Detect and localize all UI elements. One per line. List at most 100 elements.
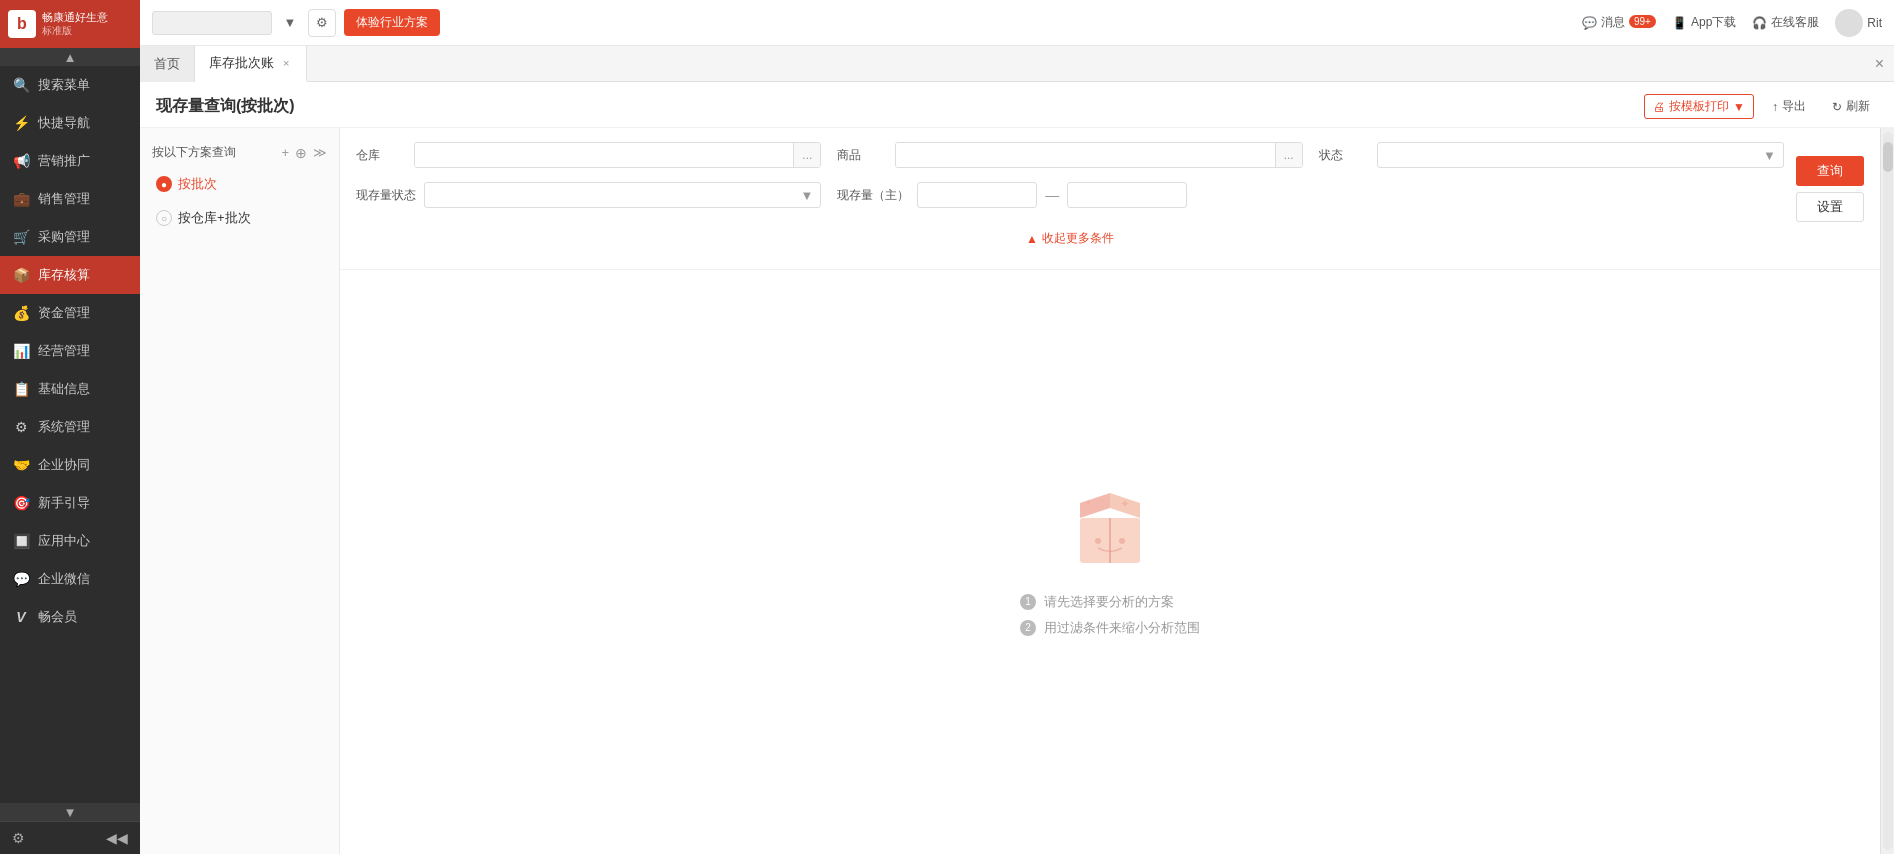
refresh-icon: ↻: [1832, 100, 1842, 114]
goods-more-btn[interactable]: ...: [1275, 143, 1302, 167]
tab-home[interactable]: 首页: [140, 46, 195, 82]
app-edition: 标准版: [42, 24, 108, 38]
stock-qty-to-input[interactable]: [1067, 182, 1187, 208]
sidebar-item-label: 新手引导: [38, 494, 90, 512]
status-select[interactable]: 全部 启用 停用: [1377, 142, 1784, 168]
svg-point-6: [1095, 538, 1101, 544]
stock-status-select[interactable]: [424, 182, 821, 208]
wxwork-icon: 💬: [12, 570, 30, 588]
sidebar-item-wxwork[interactable]: 💬 企业微信: [0, 560, 140, 598]
filter-sidebar-icons: + ⊕ ≫: [281, 145, 327, 161]
online-service-action[interactable]: 🎧 在线客服: [1752, 14, 1819, 31]
scrollbar-thumb[interactable]: [1883, 142, 1893, 172]
sidebar-item-search[interactable]: 🔍 搜索菜单: [0, 66, 140, 104]
right-scrollbar[interactable]: [1880, 128, 1894, 854]
sidebar-item-marketing[interactable]: 📢 营销推广: [0, 142, 140, 180]
filter-row-2: 现存量状态 ▼ 现存量（主）: [356, 182, 1784, 208]
user-profile-action[interactable]: Rit: [1835, 9, 1882, 37]
stock-qty-field: 现存量（主） —: [837, 182, 1302, 208]
app-download-action[interactable]: 📱 App下载: [1672, 14, 1736, 31]
collapse-icon[interactable]: ◀◀: [106, 830, 128, 846]
sidebar-item-operations[interactable]: 📊 经营管理: [0, 332, 140, 370]
sidebar-item-quicknav[interactable]: ⚡ 快捷导航: [0, 104, 140, 142]
filter-item-warehouse-batch-dot: ○: [156, 210, 172, 226]
filter-item-warehouse-batch[interactable]: ○ 按仓库+批次: [140, 201, 339, 235]
messages-action[interactable]: 💬 消息 99+: [1582, 14, 1656, 31]
stock-status-field: 现存量状态 ▼: [356, 182, 821, 208]
filter-sidebar: 按以下方案查询 + ⊕ ≫ ● 按批次 ○ 按仓库+批次: [140, 128, 340, 854]
hint-item-1: 1 请先选择要分析的方案: [1020, 589, 1200, 615]
warehouse-field: 仓库 ...: [356, 142, 821, 168]
sidebar-item-label: 采购管理: [38, 228, 90, 246]
sidebar-item-vip[interactable]: V 畅会员: [0, 598, 140, 636]
sidebar-item-label: 应用中心: [38, 532, 90, 550]
tab-close-button[interactable]: ×: [280, 56, 292, 70]
settings-icon[interactable]: ⚙: [12, 830, 25, 846]
sidebar-scroll-up[interactable]: ▲: [0, 48, 140, 66]
sidebar-item-finance[interactable]: 💰 资金管理: [0, 294, 140, 332]
sidebar-scroll-down[interactable]: ▼: [0, 803, 140, 821]
page-title: 现存量查询(按批次): [156, 96, 295, 117]
sidebar-item-label: 企业微信: [38, 570, 90, 588]
stock-qty-label: 现存量（主）: [837, 187, 909, 204]
goods-input[interactable]: [896, 143, 1274, 167]
topbar-gear-button[interactable]: ⚙: [308, 9, 336, 37]
topbar-actions: 💬 消息 99+ 📱 App下载 🎧 在线客服 Rit: [1582, 9, 1882, 37]
filter-add-icon[interactable]: +: [281, 145, 289, 161]
scrollbar-track[interactable]: [1883, 132, 1893, 850]
sidebar-footer: ⚙ ◀◀: [0, 821, 140, 854]
sidebar-item-newbie[interactable]: 🎯 新手引导: [0, 484, 140, 522]
phone-icon: 📱: [1672, 16, 1687, 30]
collapse-icon: ▲: [1026, 232, 1038, 246]
sidebar-item-label: 搜索菜单: [38, 76, 90, 94]
print-dropdown-icon: ▼: [1733, 100, 1745, 114]
topbar-search-input[interactable]: [152, 11, 272, 35]
vip-icon: V: [12, 608, 30, 626]
sidebar-item-label: 资金管理: [38, 304, 90, 322]
headset-icon: 🎧: [1752, 16, 1767, 30]
tab-inventory-batch[interactable]: 库存批次账 ×: [195, 46, 307, 82]
sidebar-item-label: 营销推广: [38, 152, 90, 170]
export-button[interactable]: ↑ 导出: [1764, 95, 1814, 118]
app-download-label: App下载: [1691, 14, 1736, 31]
goods-label: 商品: [837, 147, 887, 164]
topbar-dropdown-icon[interactable]: ▼: [280, 13, 300, 33]
app-name: 畅康通好生意: [42, 10, 108, 24]
settings-button[interactable]: 设置: [1796, 192, 1864, 222]
goods-input-wrapper: ...: [895, 142, 1302, 168]
sidebar-item-appstore[interactable]: 🔲 应用中心: [0, 522, 140, 560]
filter-item-batch-label: 按批次: [178, 175, 217, 193]
messages-label: 消息: [1601, 14, 1625, 31]
tabs-close-all-button[interactable]: ×: [1865, 55, 1894, 73]
query-button[interactable]: 查询: [1796, 156, 1864, 186]
newbie-icon: 🎯: [12, 494, 30, 512]
operations-icon: 📊: [12, 342, 30, 360]
quicknav-icon: ⚡: [12, 114, 30, 132]
stock-qty-from-input[interactable]: [917, 182, 1037, 208]
filter-collapse-arrow[interactable]: ≫: [313, 145, 327, 161]
warehouse-input[interactable]: [415, 143, 793, 167]
sidebar-item-purchase[interactable]: 🛒 采购管理: [0, 218, 140, 256]
hint-num-2: 2: [1020, 620, 1036, 636]
sidebar-item-label: 系统管理: [38, 418, 90, 436]
sidebar-item-inventory[interactable]: 📦 库存核算: [0, 256, 140, 294]
collapse-conditions-btn[interactable]: ▲ 收起更多条件: [356, 222, 1784, 255]
filter-item-batch[interactable]: ● 按批次: [140, 167, 339, 201]
app-info: 畅康通好生意 标准版: [42, 10, 108, 38]
trial-button[interactable]: 体验行业方案: [344, 9, 440, 36]
stock-qty-separator: —: [1045, 187, 1059, 203]
hint-item-2: 2 用过滤条件来缩小分析范围: [1020, 615, 1200, 641]
sidebar-item-enterprise[interactable]: 🤝 企业协同: [0, 446, 140, 484]
sidebar-item-system[interactable]: ⚙ 系统管理: [0, 408, 140, 446]
sidebar-item-basics[interactable]: 📋 基础信息: [0, 370, 140, 408]
status-select-wrapper: 全部 启用 停用 ▼: [1377, 142, 1784, 168]
filter-settings-icon[interactable]: ⊕: [295, 145, 307, 161]
app-logo: b: [8, 10, 36, 38]
username-label: Rit: [1867, 16, 1882, 30]
warehouse-more-btn[interactable]: ...: [793, 143, 820, 167]
content-body: 按以下方案查询 + ⊕ ≫ ● 按批次 ○ 按仓库+批次: [140, 128, 1894, 854]
print-button[interactable]: 🖨 按模板打印 ▼: [1644, 94, 1754, 119]
refresh-button[interactable]: ↻ 刷新: [1824, 95, 1878, 118]
search-icon: 🔍: [12, 76, 30, 94]
sidebar-item-sales[interactable]: 💼 销售管理: [0, 180, 140, 218]
